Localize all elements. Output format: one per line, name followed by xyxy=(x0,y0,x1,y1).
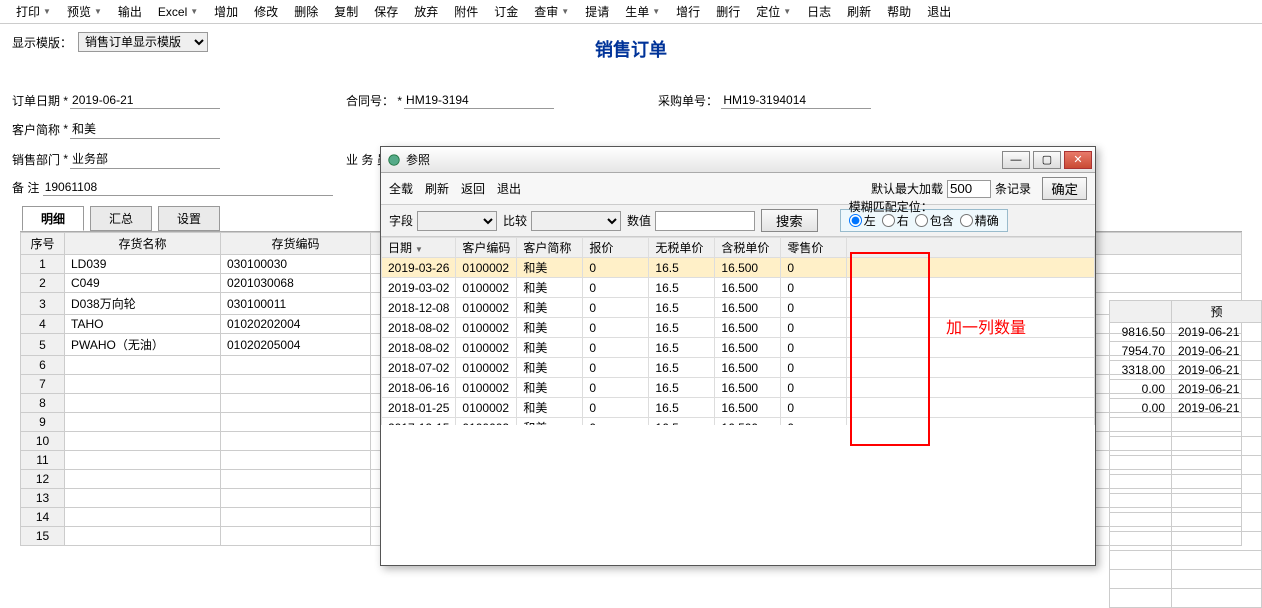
search-button[interactable]: 搜索 xyxy=(761,209,818,232)
toolbar-生单[interactable]: 生单▼ xyxy=(617,0,668,23)
dialog-title: 参照 xyxy=(406,151,430,168)
table-row[interactable]: 2018-07-020100002和美016.516.5000 xyxy=(382,358,1095,378)
chevron-down-icon: ▼ xyxy=(190,7,198,16)
toolbar-保存[interactable]: 保存 xyxy=(366,0,406,23)
table-row: 0.002019-06-21 xyxy=(1110,380,1262,399)
chevron-down-icon: ▼ xyxy=(94,7,102,16)
table-row[interactable]: 2018-08-020100002和美016.516.5000 xyxy=(382,338,1095,358)
purchase-no-field[interactable]: HM19-3194014 xyxy=(721,92,871,109)
order-date-label: 订单日期 xyxy=(12,92,60,109)
toolbar-删行[interactable]: 删行 xyxy=(708,0,748,23)
maximize-button[interactable]: ▢ xyxy=(1033,151,1061,169)
max-load-input[interactable] xyxy=(947,180,991,198)
toolbar-放弃[interactable]: 放弃 xyxy=(406,0,446,23)
chevron-down-icon: ▼ xyxy=(43,7,51,16)
toolbar-删除[interactable]: 删除 xyxy=(286,0,326,23)
toolbar-输出[interactable]: 输出 xyxy=(110,0,150,23)
table-row: 7954.702019-06-21 xyxy=(1110,342,1262,361)
remark-field[interactable]: 19061108 xyxy=(43,179,333,196)
field-select[interactable] xyxy=(417,211,497,231)
chevron-down-icon: ▼ xyxy=(783,7,791,16)
dlg-load-all[interactable]: 全载 xyxy=(389,180,413,197)
toolbar-查审[interactable]: 查审▼ xyxy=(526,0,577,23)
table-row: 3318.002019-06-21 xyxy=(1110,361,1262,380)
col-rownum: 序号 xyxy=(21,233,65,255)
order-date-field[interactable]: 2019-06-21 xyxy=(70,92,220,109)
dcol-taxed[interactable]: 含税单价 xyxy=(715,238,781,258)
close-button[interactable]: ✕ xyxy=(1064,151,1092,169)
chevron-down-icon: ▼ xyxy=(652,7,660,16)
field-label: 字段 xyxy=(389,212,413,229)
dlg-back[interactable]: 返回 xyxy=(461,180,485,197)
contract-no-field[interactable]: HM19-3194 xyxy=(404,92,554,109)
table-row[interactable]: 2019-03-020100002和美016.516.5000 xyxy=(382,278,1095,298)
annotation-box xyxy=(850,252,930,446)
dlg-exit[interactable]: 退出 xyxy=(497,180,521,197)
dcol-untaxed[interactable]: 无税单价 xyxy=(649,238,715,258)
display-mode-select[interactable]: 销售订单显示模版 xyxy=(78,32,208,52)
toolbar-打印[interactable]: 打印▼ xyxy=(8,0,59,23)
compare-label: 比较 xyxy=(503,212,527,229)
dcol-short[interactable]: 客户简称 xyxy=(517,238,583,258)
sales-dept-label: 销售部门 xyxy=(12,151,60,168)
col-code: 存货编码 xyxy=(221,233,371,255)
annotation-label: 加一列数量 xyxy=(946,314,1026,338)
toolbar-Excel[interactable]: Excel▼ xyxy=(150,0,206,23)
toolbar-刷新[interactable]: 刷新 xyxy=(839,0,879,23)
toolbar-帮助[interactable]: 帮助 xyxy=(879,0,919,23)
toolbar-修改[interactable]: 修改 xyxy=(246,0,286,23)
table-row[interactable]: 2017-12-150100002和美016.516.5000 xyxy=(382,418,1095,426)
toolbar-定位[interactable]: 定位▼ xyxy=(748,0,799,23)
reference-dialog: 参照 — ▢ ✕ 全载 刷新 返回 退出 默认最大加载 条记录 确定 字段 比较… xyxy=(380,146,1096,566)
customer-short-field[interactable]: 和美 xyxy=(70,119,220,139)
toolbar-订金[interactable]: 订金 xyxy=(486,0,526,23)
minimize-button[interactable]: — xyxy=(1002,151,1030,169)
toolbar-提请[interactable]: 提请 xyxy=(577,0,617,23)
toolbar-增行[interactable]: 增行 xyxy=(668,0,708,23)
dcol-retail[interactable]: 零售价 xyxy=(781,238,847,258)
toolbar-增加[interactable]: 增加 xyxy=(206,0,246,23)
chevron-down-icon: ▼ xyxy=(561,7,569,16)
right-columns-peek: 预 9816.502019-06-217954.702019-06-213318… xyxy=(1109,300,1262,608)
dlg-refresh[interactable]: 刷新 xyxy=(425,180,449,197)
table-row[interactable]: 2018-01-250100002和美016.516.5000 xyxy=(382,398,1095,418)
table-row: 9816.502019-06-21 xyxy=(1110,323,1262,342)
dcol-quote[interactable]: 报价 xyxy=(583,238,649,258)
display-mode-label: 显示模版： xyxy=(12,34,72,51)
sales-dept-field[interactable]: 业务部 xyxy=(70,149,220,169)
value-label: 数值 xyxy=(627,212,651,229)
max-load-label: 默认最大加载 xyxy=(871,180,943,197)
contract-no-label: 合同号： xyxy=(346,92,394,109)
dcol-date[interactable]: 日期▼ xyxy=(382,238,456,258)
compare-select[interactable] xyxy=(531,211,621,231)
dcol-code[interactable]: 客户编码 xyxy=(456,238,517,258)
toolbar-日志[interactable]: 日志 xyxy=(799,0,839,23)
table-row[interactable]: 2019-03-260100002和美016.516.5000 xyxy=(382,258,1095,278)
value-input[interactable] xyxy=(655,211,755,231)
col-name: 存货名称 xyxy=(65,233,221,255)
main-toolbar: 打印▼预览▼输出Excel▼增加修改删除复制保存放弃附件订金查审▼提请生单▼增行… xyxy=(0,0,1262,24)
toolbar-退出[interactable]: 退出 xyxy=(919,0,959,23)
purchase-no-label: 采购单号： xyxy=(658,92,718,109)
tab-detail[interactable]: 明细 xyxy=(22,206,84,231)
tab-settings[interactable]: 设置 xyxy=(158,206,220,231)
toolbar-复制[interactable]: 复制 xyxy=(326,0,366,23)
toolbar-预览[interactable]: 预览▼ xyxy=(59,0,110,23)
dialog-titlebar[interactable]: 参照 — ▢ ✕ xyxy=(381,147,1095,173)
fuzzy-label: 模糊匹配定位： xyxy=(849,198,1262,215)
table-row: 0.002019-06-21 xyxy=(1110,399,1262,418)
ok-button[interactable]: 确定 xyxy=(1042,177,1087,200)
remark-label: 备 注 xyxy=(12,179,39,196)
app-icon xyxy=(387,153,401,167)
max-load-suffix: 条记录 xyxy=(995,180,1031,197)
toolbar-附件[interactable]: 附件 xyxy=(446,0,486,23)
customer-short-label: 客户简称 xyxy=(12,121,60,138)
table-row[interactable]: 2018-06-160100002和美016.516.5000 xyxy=(382,378,1095,398)
tab-summary[interactable]: 汇总 xyxy=(90,206,152,231)
